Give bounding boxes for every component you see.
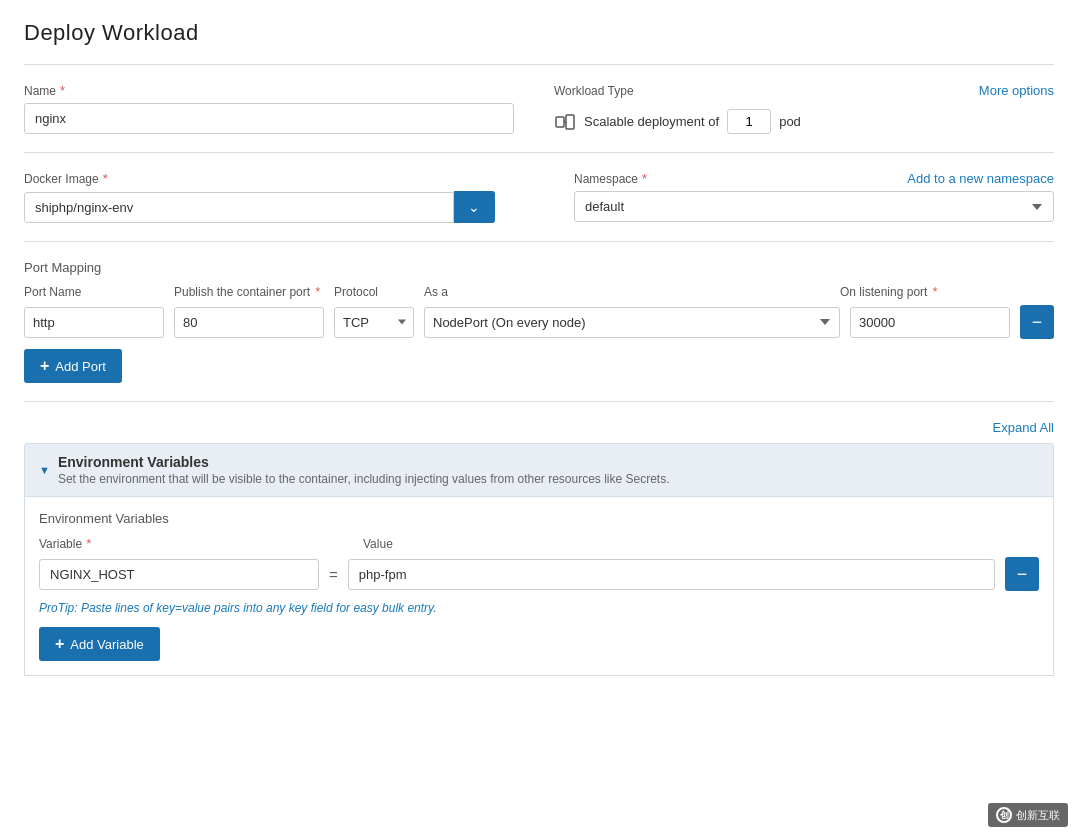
workload-type-label: Workload Type [554, 84, 634, 98]
scalable-text-after: pod [779, 114, 801, 129]
namespace-field-group: Namespace * Add to a new namespace defau… [574, 171, 1054, 222]
env-variable-row: = − [39, 557, 1039, 591]
watermark-icon: 创 [996, 807, 1012, 823]
namespace-label: Namespace [574, 172, 638, 186]
protocol-select-wrapper: TCP UDP [334, 307, 414, 338]
port-mapping-label: Port Mapping [24, 260, 1054, 275]
env-variable-input[interactable] [39, 559, 319, 590]
variable-label: Variable [39, 537, 82, 551]
port-protocol-header: Protocol [334, 285, 414, 299]
env-section-header: ▼ Environment Variables Set the environm… [24, 443, 1054, 497]
scalable-row: Scalable deployment of pod [554, 109, 1054, 134]
port-mapping-section: Port Mapping Port Name Publish the conta… [24, 260, 1054, 383]
remove-port-button[interactable]: − [1020, 305, 1054, 339]
remove-variable-button[interactable]: − [1005, 557, 1039, 591]
add-port-plus-icon: + [40, 357, 49, 375]
env-desc: Set the environment that will be visible… [58, 472, 670, 486]
watermark: 创 创新互联 [988, 803, 1068, 827]
title-divider [24, 64, 1054, 65]
namespace-top: Namespace * Add to a new namespace [574, 171, 1054, 186]
port-container-header: Publish the container port * [174, 285, 324, 299]
name-required-star: * [60, 83, 65, 98]
add-port-label: Add Port [55, 359, 106, 374]
expand-all-link[interactable]: Expand All [993, 420, 1054, 435]
expand-all-row: Expand All [24, 420, 1054, 435]
name-input[interactable] [24, 103, 514, 134]
workload-type-group: Workload Type More options Scalable depl… [554, 83, 1054, 134]
name-field-group: Name * [24, 83, 514, 134]
namespace-required-star: * [642, 171, 647, 186]
docker-image-group: Docker Image * ⌄ [24, 171, 534, 223]
docker-image-input[interactable] [24, 192, 454, 223]
container-port-input[interactable] [174, 307, 324, 338]
docker-input-row: ⌄ [24, 191, 534, 223]
port-listening-header: On listening port * [840, 285, 1000, 299]
scalable-text-before: Scalable deployment of [584, 114, 719, 129]
port-row: TCP UDP NodePort (On every node) Cluster… [24, 305, 1054, 339]
port-env-divider [24, 401, 1054, 402]
add-namespace-link[interactable]: Add to a new namespace [907, 171, 1054, 186]
env-section-body: Environment Variables Variable * Value =… [24, 497, 1054, 676]
add-port-button[interactable]: + Add Port [24, 349, 122, 383]
value-label: Value [363, 537, 393, 551]
svg-rect-0 [556, 117, 564, 127]
asa-select-wrapper: NodePort (On every node) ClusterIP LoadB… [424, 307, 840, 338]
port-name-input[interactable] [24, 307, 164, 338]
asa-select[interactable]: NodePort (On every node) ClusterIP LoadB… [424, 307, 840, 338]
page-title: Deploy Workload [24, 20, 1054, 46]
env-section-wrapper: Expand All ▼ Environment Variables Set t… [24, 420, 1054, 676]
port-name-header: Port Name [24, 285, 164, 299]
watermark-text: 创新互联 [1016, 808, 1060, 823]
more-options-link[interactable]: More options [979, 83, 1054, 98]
docker-dropdown-button[interactable]: ⌄ [454, 191, 495, 223]
docker-namespace-divider [24, 241, 1054, 242]
pod-count-input[interactable] [727, 109, 771, 134]
env-title: Environment Variables [58, 454, 670, 470]
svg-rect-1 [566, 115, 574, 129]
namespace-select-wrapper: default [574, 191, 1054, 222]
env-value-input[interactable] [348, 559, 995, 590]
protocol-select[interactable]: TCP UDP [334, 307, 414, 338]
name-label: Name [24, 84, 56, 98]
docker-image-label: Docker Image [24, 172, 99, 186]
add-variable-button[interactable]: + Add Variable [39, 627, 160, 661]
scalable-icon [554, 111, 576, 133]
port-headers-row: Port Name Publish the container port * P… [24, 285, 1054, 299]
add-variable-label: Add Variable [70, 637, 143, 652]
port-asa-header: As a [424, 285, 830, 299]
docker-required-star: * [103, 171, 108, 186]
protip-text: ProTip: Paste lines of key=value pairs i… [39, 601, 1039, 615]
docker-namespace-row: Docker Image * ⌄ Namespace * Add to a ne… [24, 171, 1054, 223]
env-chevron-icon[interactable]: ▼ [39, 464, 50, 476]
env-body-label: Environment Variables [39, 511, 1039, 526]
name-workload-divider [24, 152, 1054, 153]
name-workload-row: Name * Workload Type More options Scal [24, 83, 1054, 134]
env-field-labels: Variable * Value [39, 536, 1039, 551]
namespace-select[interactable]: default [574, 191, 1054, 222]
add-variable-plus-icon: + [55, 635, 64, 653]
equals-sign: = [329, 566, 338, 583]
env-header-text: Environment Variables Set the environmen… [58, 454, 670, 486]
listening-port-input[interactable] [850, 307, 1010, 338]
